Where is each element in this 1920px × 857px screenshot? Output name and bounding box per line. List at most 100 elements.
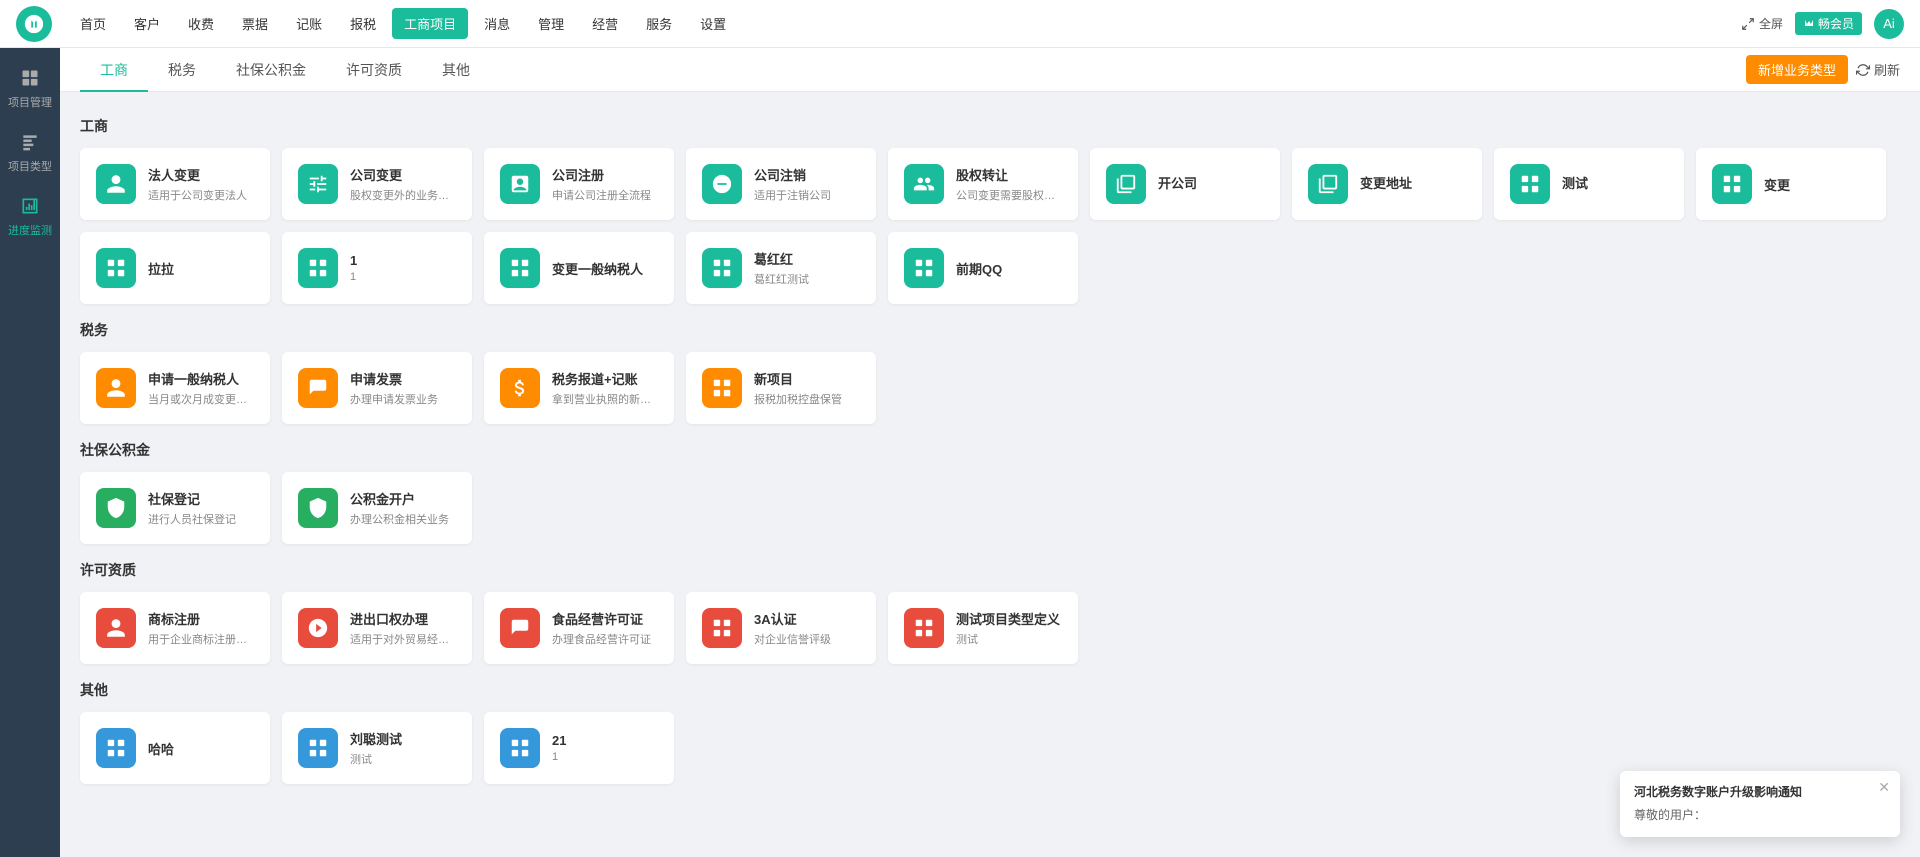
fullscreen-btn[interactable]: 全屏: [1741, 15, 1783, 32]
top-nav: 首页 客户 收费 票据 记账 报税 工商项目 消息 管理 经营 服务 设置 全屏…: [0, 0, 1920, 48]
card-name: 前期QQ: [956, 259, 1062, 278]
nav-message[interactable]: 消息: [472, 8, 522, 39]
app-logo[interactable]: [16, 6, 52, 42]
card-icon-ceshi-dinyi: [904, 608, 944, 648]
card-gongsi-zhuce[interactable]: 公司注册 申请公司注册全流程: [484, 148, 674, 220]
nav-home[interactable]: 首页: [68, 8, 118, 39]
sidebar-item-project-management[interactable]: 项目管理: [0, 56, 60, 120]
nav-tax[interactable]: 报税: [338, 8, 388, 39]
card-name: 变更: [1764, 175, 1870, 194]
nav-operation[interactable]: 经营: [580, 8, 630, 39]
tab-shebao[interactable]: 社保公积金: [216, 49, 326, 92]
card-shenqing-shuiren[interactable]: 申请一般纳税人 当月或次月成变更完成: [80, 352, 270, 424]
card-jinchuko[interactable]: 进出口权办理 适用于对外贸易经营者: [282, 592, 472, 664]
card-name: 商标注册: [148, 609, 254, 628]
card-text-fazhi: 法人变更 适用于公司变更法人: [148, 165, 254, 203]
sidebar-item-project-type[interactable]: 项目类型: [0, 120, 60, 184]
nav-customer[interactable]: 客户: [122, 8, 172, 39]
nav-bookkeeping[interactable]: 记账: [284, 8, 334, 39]
card-icon-guquan: [904, 164, 944, 204]
card-biangeng-dizhi[interactable]: 变更地址: [1292, 148, 1482, 220]
card-haha[interactable]: 哈哈: [80, 712, 270, 784]
tab-shuiwu[interactable]: 税务: [148, 49, 216, 92]
card-text-shuiren: 变更一般纳税人: [552, 259, 658, 278]
new-type-button[interactable]: 新增业务类型: [1746, 55, 1848, 84]
refresh-label: 刷新: [1874, 60, 1900, 79]
card-name: 股权转让: [956, 165, 1062, 184]
card-name: 税务报道+记账: [552, 369, 658, 388]
vip-btn[interactable]: 畅会员: [1795, 12, 1862, 35]
tab-qita[interactable]: 其他: [422, 49, 490, 92]
card-21[interactable]: 21 1: [484, 712, 674, 784]
card-gongsi-zhuxiao[interactable]: 公司注销 适用于注销公司: [686, 148, 876, 220]
card-text-gongsi-zhuxiao: 公司注销 适用于注销公司: [754, 165, 860, 203]
card-name: 1: [350, 253, 456, 268]
sidebar-label-project-type: 项目类型: [8, 158, 52, 174]
card-gongsi-biangeng[interactable]: 公司变更 股权变更外的业务变更: [282, 148, 472, 220]
card-desc: 办理食品经营许可证: [552, 631, 658, 647]
refresh-button[interactable]: 刷新: [1856, 60, 1900, 79]
card-xin-xiangmu[interactable]: 新项目 报税加税控盘保管: [686, 352, 876, 424]
sidebar-item-progress-monitor[interactable]: 进度监测: [0, 184, 60, 248]
vip-label: 畅会员: [1818, 15, 1854, 32]
nav-service[interactable]: 服务: [634, 8, 684, 39]
card-icon-gongsi-zhuce: [500, 164, 540, 204]
card-text-qianqi: 前期QQ: [956, 259, 1062, 278]
card-icon-qianqi: [904, 248, 944, 288]
card-icon-gongjijin: [298, 488, 338, 528]
tab-gongshang[interactable]: 工商: [80, 49, 148, 92]
card-text-3a: 3A认证 对企业信誉评级: [754, 609, 860, 647]
card-shebao-dengji[interactable]: 社保登记 进行人员社保登记: [80, 472, 270, 544]
nav-settings[interactable]: 设置: [688, 8, 738, 39]
card-icon-lala: [96, 248, 136, 288]
tab-xuke[interactable]: 许可资质: [326, 49, 422, 92]
card-1[interactable]: 1 1: [282, 232, 472, 304]
notification-content: 尊敬的用户：: [1634, 806, 1886, 825]
card-text-kai-gongsi: 开公司: [1158, 173, 1264, 195]
card-desc: 适用于公司变更法人: [148, 187, 254, 203]
card-shuiwu-baodao[interactable]: 税务报道+记账 拿到营业执照的新公司: [484, 352, 674, 424]
card-liucong-ceshi[interactable]: 刘聪测试 测试: [282, 712, 472, 784]
notification-close-button[interactable]: ✕: [1878, 779, 1890, 796]
card-icon-3a: [702, 608, 742, 648]
card-name: 变更一般纳税人: [552, 259, 658, 278]
card-ceshi[interactable]: 测试: [1494, 148, 1684, 220]
card-gehonghong[interactable]: 葛红红 葛红红测试: [686, 232, 876, 304]
card-icon-shangbiao: [96, 608, 136, 648]
nav-billing[interactable]: 收费: [176, 8, 226, 39]
card-3a-renzheng[interactable]: 3A认证 对企业信誉评级: [686, 592, 876, 664]
card-icon-gongsi-biangeng: [298, 164, 338, 204]
card-lala[interactable]: 拉拉: [80, 232, 270, 304]
card-fazhi[interactable]: 法人变更 适用于公司变更法人: [80, 148, 270, 220]
card-icon-dizhi: [1308, 164, 1348, 204]
gongshang-cards: 法人变更 适用于公司变更法人 公司变更 股权变更外的业务变更 公司注册: [80, 148, 1900, 304]
card-shenqing-fapiao[interactable]: 申请发票 办理申请发票业务: [282, 352, 472, 424]
card-name: 刘聪测试: [350, 729, 456, 748]
card-ceshi-dinyi[interactable]: 测试项目类型定义 测试: [888, 592, 1078, 664]
nav-management[interactable]: 管理: [526, 8, 576, 39]
card-shipin-xuke[interactable]: 食品经营许可证 办理食品经营许可证: [484, 592, 674, 664]
avatar[interactable]: Ai: [1874, 9, 1904, 39]
card-shangbiao-zhuce[interactable]: 商标注册 用于企业商标注册服务: [80, 592, 270, 664]
card-gongjijin-kaihu[interactable]: 公积金开户 办理公积金相关业务: [282, 472, 472, 544]
card-icon-ceshi: [1510, 164, 1550, 204]
nav-right: 全屏 畅会员 Ai: [1741, 9, 1904, 39]
card-name: 社保登记: [148, 489, 254, 508]
card-guquan-zhuanrang[interactable]: 股权转让 公司变更需要股权转让: [888, 148, 1078, 220]
card-biangeng-shuiren[interactable]: 变更一般纳税人: [484, 232, 674, 304]
card-biangeng2[interactable]: 变更: [1696, 148, 1886, 220]
card-name: 哈哈: [148, 739, 254, 758]
card-kai-gongsi[interactable]: 开公司: [1090, 148, 1280, 220]
shuiwu-cards: 申请一般纳税人 当月或次月成变更完成 申请发票 办理申请发票业务 税务报道+: [80, 352, 1900, 424]
card-icon-xin-xiangmu: [702, 368, 742, 408]
sidebar-label-progress-monitor: 进度监测: [8, 222, 52, 238]
nav-industry[interactable]: 工商项目: [392, 8, 468, 39]
card-icon-shenqing-shuiren: [96, 368, 136, 408]
nav-ticket[interactable]: 票据: [230, 8, 280, 39]
card-name: 公积金开户: [350, 489, 456, 508]
card-desc: 股权变更外的业务变更: [350, 187, 456, 203]
card-text-gongsi-zhuce: 公司注册 申请公司注册全流程: [552, 165, 658, 203]
card-qianqi-qq[interactable]: 前期QQ: [888, 232, 1078, 304]
section-title-xuke: 许可资质: [80, 560, 1900, 580]
card-text-jinchuko: 进出口权办理 适用于对外贸易经营者: [350, 609, 456, 647]
